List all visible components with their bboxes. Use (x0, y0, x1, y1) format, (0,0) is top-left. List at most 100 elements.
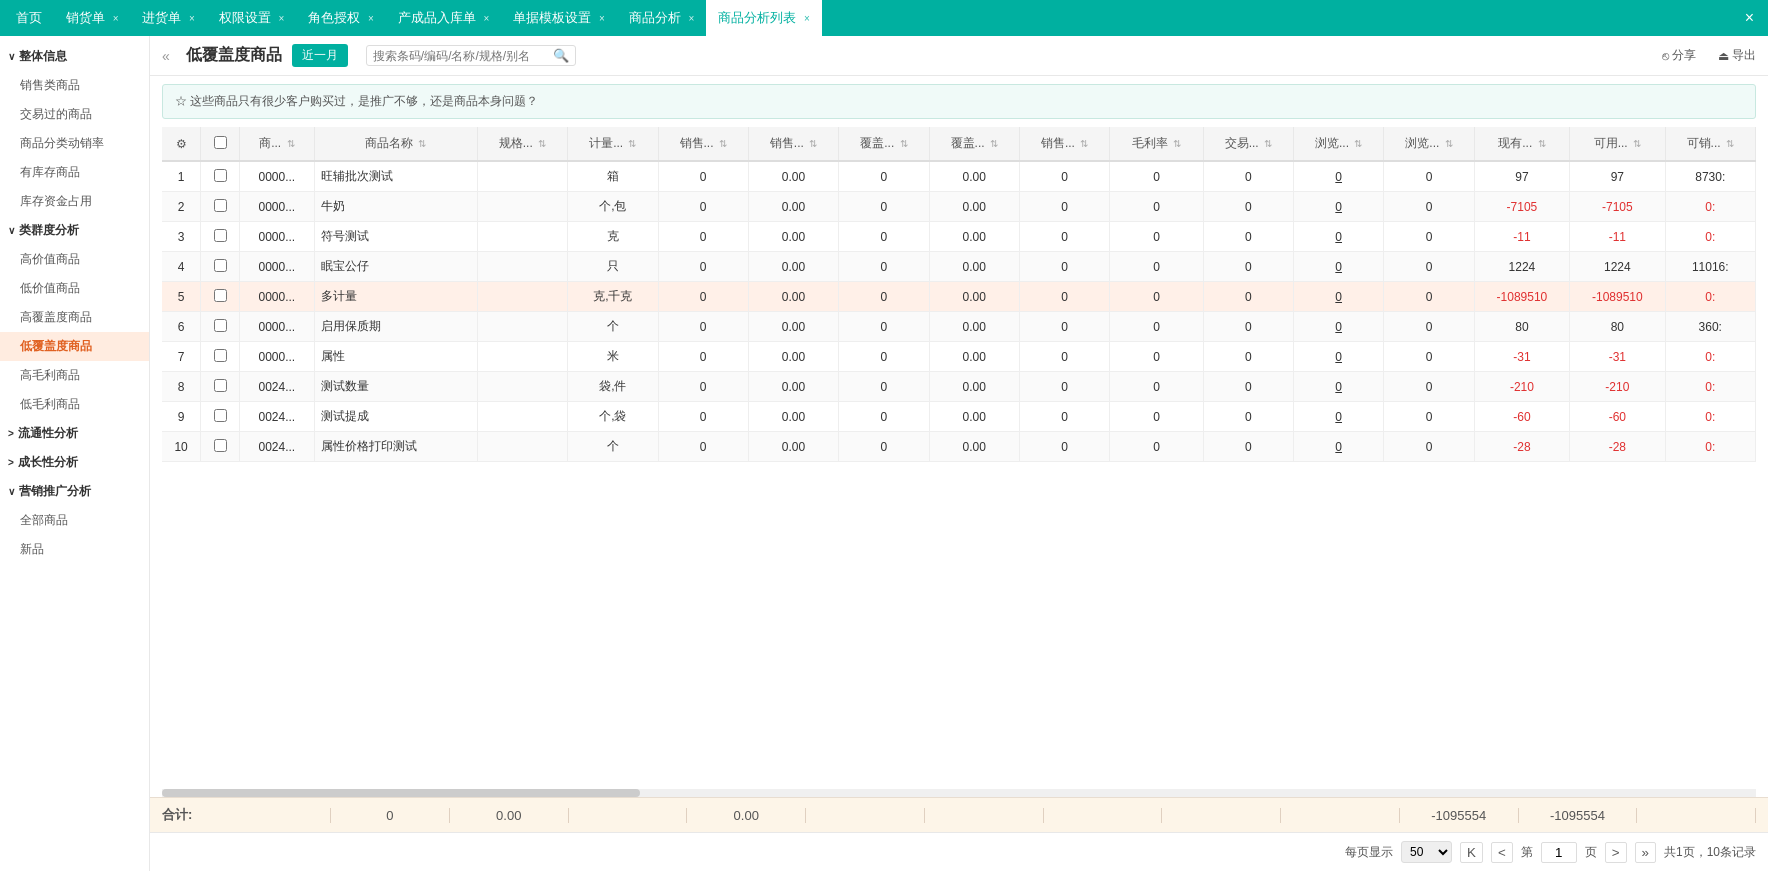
row-code: 0000... (240, 192, 314, 222)
scrollbar-thumb[interactable] (162, 789, 640, 797)
settings-icon[interactable]: ⚙ (176, 137, 187, 151)
row-select-checkbox[interactable] (214, 229, 227, 242)
row-select-checkbox[interactable] (214, 379, 227, 392)
col-current[interactable]: 现有... ⇅ (1474, 127, 1569, 161)
share-button[interactable]: ⎋ 分享 (1662, 47, 1696, 64)
sidebar-item-all-goods[interactable]: 全部商品 (0, 506, 149, 535)
sidebar-section-cluster[interactable]: ∨ 类群度分析 (0, 216, 149, 245)
row-name: 测试数量 (314, 372, 477, 402)
row-select-checkbox[interactable] (214, 259, 227, 272)
last-page-btn[interactable]: » (1635, 842, 1656, 863)
page-number-input[interactable] (1541, 842, 1577, 863)
sidebar-item-traded-goods[interactable]: 交易过的商品 (0, 100, 149, 129)
col-sellable[interactable]: 可销... ⇅ (1665, 127, 1755, 161)
row-select-checkbox[interactable] (214, 289, 227, 302)
sidebar-item-high-coverage[interactable]: 高覆盖度商品 (0, 303, 149, 332)
col-browse2[interactable]: 浏览... ⇅ (1384, 127, 1474, 161)
row-sellable: 0: (1665, 192, 1755, 222)
row-browse1: 0 (1294, 222, 1384, 252)
row-name: 牛奶 (314, 192, 477, 222)
nav-close-permission[interactable]: × (279, 13, 285, 24)
search-input[interactable] (373, 49, 553, 63)
col-name[interactable]: 商品名称 ⇅ (314, 127, 477, 161)
nav-close-role[interactable]: × (368, 13, 374, 24)
nav-sales[interactable]: 销货单 × (54, 0, 130, 36)
col-gross[interactable]: 毛利率 ⇅ (1110, 127, 1203, 161)
nav-analysis[interactable]: 商品分析 × (617, 0, 706, 36)
sidebar-item-low-gross[interactable]: 低毛利商品 (0, 390, 149, 419)
row-browse1: 0 (1294, 432, 1384, 462)
col-unit[interactable]: 计量... ⇅ (568, 127, 658, 161)
sort-icon-current: ⇅ (1538, 138, 1546, 149)
row-trade: 0 (1203, 282, 1293, 312)
sidebar-item-high-gross[interactable]: 高毛利商品 (0, 361, 149, 390)
sidebar-item-sales-goods[interactable]: 销售类商品 (0, 71, 149, 100)
row-select-checkbox[interactable] (214, 169, 227, 182)
nav-permission[interactable]: 权限设置 × (207, 0, 296, 36)
search-icon[interactable]: 🔍 (553, 48, 569, 63)
row-sale-amt: 0.00 (748, 192, 838, 222)
row-cover2: 0.00 (929, 432, 1019, 462)
select-all-checkbox[interactable] (214, 136, 227, 149)
footer-empty4 (1044, 808, 1163, 823)
nav-role[interactable]: 角色授权 × (296, 0, 385, 36)
row-unit: 个,包 (568, 192, 658, 222)
col-spec[interactable]: 规格... ⇅ (477, 127, 567, 161)
col-sale3[interactable]: 销售... ⇅ (1019, 127, 1109, 161)
sidebar-item-low-coverage[interactable]: 低覆盖度商品 (0, 332, 149, 361)
nav-analysis-list[interactable]: 商品分析列表 × (706, 0, 821, 36)
horizontal-scrollbar[interactable] (162, 789, 1756, 797)
row-select-checkbox[interactable] (214, 199, 227, 212)
next-page-btn[interactable]: > (1605, 842, 1627, 863)
sidebar-item-high-value[interactable]: 高价值商品 (0, 245, 149, 274)
col-code[interactable]: 商... ⇅ (240, 127, 314, 161)
row-name: 多计量 (314, 282, 477, 312)
row-sale-qty: 0 (658, 161, 748, 192)
row-available: 1224 (1570, 252, 1665, 282)
row-sale3: 0 (1019, 222, 1109, 252)
col-cover2[interactable]: 覆盖... ⇅ (929, 127, 1019, 161)
col-cover1[interactable]: 覆盖... ⇅ (839, 127, 929, 161)
nav-purchase[interactable]: 进货单 × (130, 0, 206, 36)
row-select-checkbox[interactable] (214, 319, 227, 332)
col-available[interactable]: 可用... ⇅ (1570, 127, 1665, 161)
col-checkbox[interactable] (201, 127, 240, 161)
nav-close-purchase[interactable]: × (189, 13, 195, 24)
first-page-btn[interactable]: K (1460, 842, 1483, 863)
sidebar-section-overall[interactable]: ∨ 整体信息 (0, 42, 149, 71)
prev-page-btn[interactable]: < (1491, 842, 1513, 863)
sidebar-item-capital[interactable]: 库存资金占用 (0, 187, 149, 216)
table-container[interactable]: ⚙ 商... ⇅ 商品名称 ⇅ 规格... ⇅ 计量... ⇅ 销售... ⇅ … (150, 127, 1768, 789)
col-settings[interactable]: ⚙ (162, 127, 201, 161)
row-select-checkbox[interactable] (214, 409, 227, 422)
nav-close-all[interactable]: × (1735, 9, 1764, 27)
sidebar-section-marketing[interactable]: ∨ 营销推广分析 (0, 477, 149, 506)
row-code: 0000... (240, 342, 314, 372)
nav-close-analysis-list[interactable]: × (804, 13, 810, 24)
sidebar-section-liquidity[interactable]: > 流通性分析 (0, 419, 149, 448)
nav-product-in[interactable]: 产成品入库单 × (386, 0, 501, 36)
row-browse2: 0 (1384, 252, 1474, 282)
sidebar-section-growth[interactable]: > 成长性分析 (0, 448, 149, 477)
nav-template[interactable]: 单据模板设置 × (501, 0, 616, 36)
nav-home[interactable]: 首页 (4, 0, 54, 36)
sidebar-item-category-rate[interactable]: 商品分类动销率 (0, 129, 149, 158)
col-trade[interactable]: 交易... ⇅ (1203, 127, 1293, 161)
page-size-select[interactable]: 20 50 100 (1401, 841, 1452, 863)
row-select-checkbox[interactable] (214, 439, 227, 452)
nav-close-product-in[interactable]: × (484, 13, 490, 24)
nav-close-template[interactable]: × (599, 13, 605, 24)
col-browse1[interactable]: 浏览... ⇅ (1294, 127, 1384, 161)
filter-period-btn[interactable]: 近一月 (292, 44, 348, 67)
sidebar-item-in-stock[interactable]: 有库存商品 (0, 158, 149, 187)
sidebar-collapse-btn[interactable]: « (162, 48, 170, 64)
nav-close-analysis[interactable]: × (688, 13, 694, 24)
sidebar-item-low-value[interactable]: 低价值商品 (0, 274, 149, 303)
col-sale-qty[interactable]: 销售... ⇅ (658, 127, 748, 161)
row-select-checkbox[interactable] (214, 349, 227, 362)
nav-close-sales[interactable]: × (113, 13, 119, 24)
export-button[interactable]: ⏏ 导出 (1718, 47, 1756, 64)
sidebar-item-new-goods[interactable]: 新品 (0, 535, 149, 564)
col-sale-amt[interactable]: 销售... ⇅ (748, 127, 838, 161)
row-sale-amt: 0.00 (748, 222, 838, 252)
